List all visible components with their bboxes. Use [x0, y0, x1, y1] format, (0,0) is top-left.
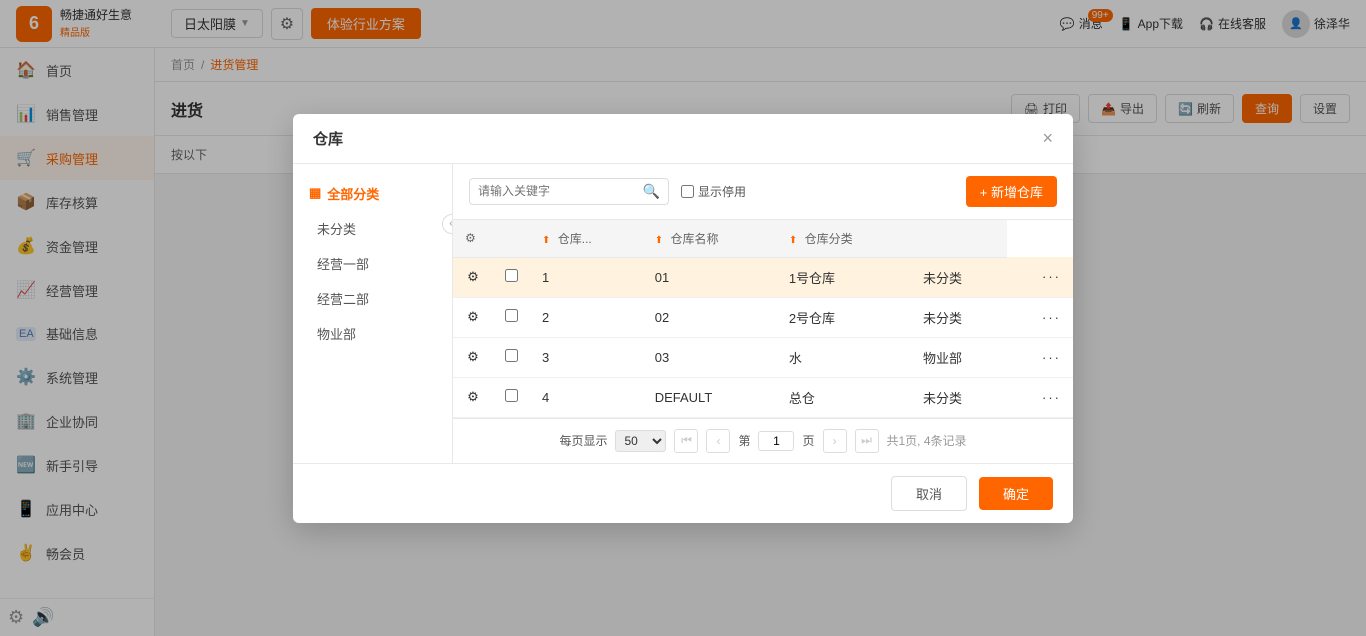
col-header-check	[493, 220, 530, 258]
col-header-name: ⬆ 仓库名称	[643, 220, 777, 258]
search-wrap: 🔍	[469, 178, 669, 205]
row-more[interactable]: ···	[1007, 337, 1073, 377]
row-more[interactable]: ···	[1007, 297, 1073, 337]
modal-body: ▦ 全部分类 « 未分类 经营一部 经营二部 物业部	[293, 164, 1073, 463]
row-num: 3	[530, 337, 643, 377]
sort-icon-category: ⬆	[789, 235, 797, 246]
page-number-input[interactable]	[758, 431, 794, 451]
show-disabled-text: 显示停用	[698, 183, 746, 200]
modal-sidebar: ▦ 全部分类 « 未分类 经营一部 经营二部 物业部	[293, 164, 453, 463]
row-name: 1号仓库	[777, 257, 911, 297]
row-code: 03	[643, 337, 777, 377]
cancel-button[interactable]: 取消	[891, 476, 967, 511]
row-name: 水	[777, 337, 911, 377]
row-name: 2号仓库	[777, 297, 911, 337]
grid-icon: ▦	[309, 185, 321, 201]
modal-footer: 取消 确定	[293, 463, 1073, 523]
modal-sidebar-item-uncategorized[interactable]: 未分类	[293, 211, 452, 246]
table-row[interactable]: ⚙ 4 DEFAULT 总仓 未分类 ···	[453, 377, 1073, 417]
row-more[interactable]: ···	[1007, 257, 1073, 297]
modal-table-wrap: ⚙ ⬆ 仓库... ⬆ 仓库名称	[453, 220, 1073, 418]
confirm-button[interactable]: 确定	[979, 477, 1053, 510]
modal-all-label: 全部分类	[327, 184, 379, 203]
modal-header: 仓库 ×	[293, 114, 1073, 164]
sidebar-collapse-button[interactable]: «	[442, 214, 453, 234]
modal-sidebar-item-dept1[interactable]: 经营一部	[293, 246, 452, 281]
row-gear[interactable]: ⚙	[453, 377, 493, 417]
sort-icon-code: ⬆	[542, 235, 550, 246]
warehouse-modal: 仓库 × ▦ 全部分类 « 未分类 经营一部 经营二部	[293, 114, 1073, 523]
page-next-button[interactable]: ›	[823, 429, 847, 453]
search-input[interactable]	[478, 184, 637, 198]
modal-sidebar-item-property[interactable]: 物业部	[293, 316, 452, 351]
modal-all-category[interactable]: ▦ 全部分类	[293, 176, 452, 211]
page-prev-button[interactable]: ‹	[706, 429, 730, 453]
search-icon[interactable]: 🔍	[643, 183, 660, 200]
page-unit: 页	[802, 432, 814, 449]
show-disabled-checkbox[interactable]	[681, 185, 694, 198]
row-code: 02	[643, 297, 777, 337]
warehouse-table: ⚙ ⬆ 仓库... ⬆ 仓库名称	[453, 220, 1073, 418]
col-header-gear: ⚙	[453, 220, 493, 258]
row-category: 物业部	[911, 337, 1007, 377]
col-header-code: ⬆ 仓库...	[530, 220, 643, 258]
row-check[interactable]	[493, 257, 530, 297]
row-check[interactable]	[493, 337, 530, 377]
modal-overlay: 仓库 × ▦ 全部分类 « 未分类 经营一部 经营二部	[0, 0, 1366, 636]
page-first-button[interactable]: ⏮	[674, 429, 698, 453]
row-category: 未分类	[911, 297, 1007, 337]
page-last-button[interactable]: ⏭	[855, 429, 879, 453]
modal-close-button[interactable]: ×	[1042, 128, 1053, 149]
row-more[interactable]: ···	[1007, 377, 1073, 417]
row-category: 未分类	[911, 377, 1007, 417]
page-size-label: 每页显示	[559, 432, 607, 449]
show-disabled-label[interactable]: 显示停用	[681, 183, 746, 200]
total-info: 共1页, 4条记录	[887, 432, 967, 449]
row-gear[interactable]: ⚙	[453, 297, 493, 337]
row-num: 1	[530, 257, 643, 297]
row-code: DEFAULT	[643, 377, 777, 417]
row-check[interactable]	[493, 377, 530, 417]
modal-title: 仓库	[313, 128, 343, 149]
row-name: 总仓	[777, 377, 911, 417]
row-category: 未分类	[911, 257, 1007, 297]
add-warehouse-button[interactable]: + 新增仓库	[966, 176, 1057, 207]
page-label: 第	[738, 432, 750, 449]
modal-main-content: 🔍 显示停用 + 新增仓库 ⚙	[453, 164, 1073, 463]
row-code: 01	[643, 257, 777, 297]
modal-sidebar-item-dept2[interactable]: 经营二部	[293, 281, 452, 316]
table-row[interactable]: ⚙ 3 03 水 物业部 ···	[453, 337, 1073, 377]
col-header-actions	[911, 220, 1007, 258]
col-header-category: ⬆ 仓库分类	[777, 220, 911, 258]
sort-icon-name: ⬆	[655, 235, 663, 246]
table-row[interactable]: ⚙ 1 01 1号仓库 未分类 ···	[453, 257, 1073, 297]
row-num: 2	[530, 297, 643, 337]
page-size-select[interactable]: 2050100	[615, 430, 666, 452]
row-num: 4	[530, 377, 643, 417]
row-gear[interactable]: ⚙	[453, 257, 493, 297]
modal-pagination: 每页显示 2050100 ⏮ ‹ 第 页 › ⏭ 共1页, 4条记录	[453, 418, 1073, 463]
table-row[interactable]: ⚙ 2 02 2号仓库 未分类 ···	[453, 297, 1073, 337]
row-gear[interactable]: ⚙	[453, 337, 493, 377]
row-check[interactable]	[493, 297, 530, 337]
modal-toolbar: 🔍 显示停用 + 新增仓库	[453, 164, 1073, 220]
